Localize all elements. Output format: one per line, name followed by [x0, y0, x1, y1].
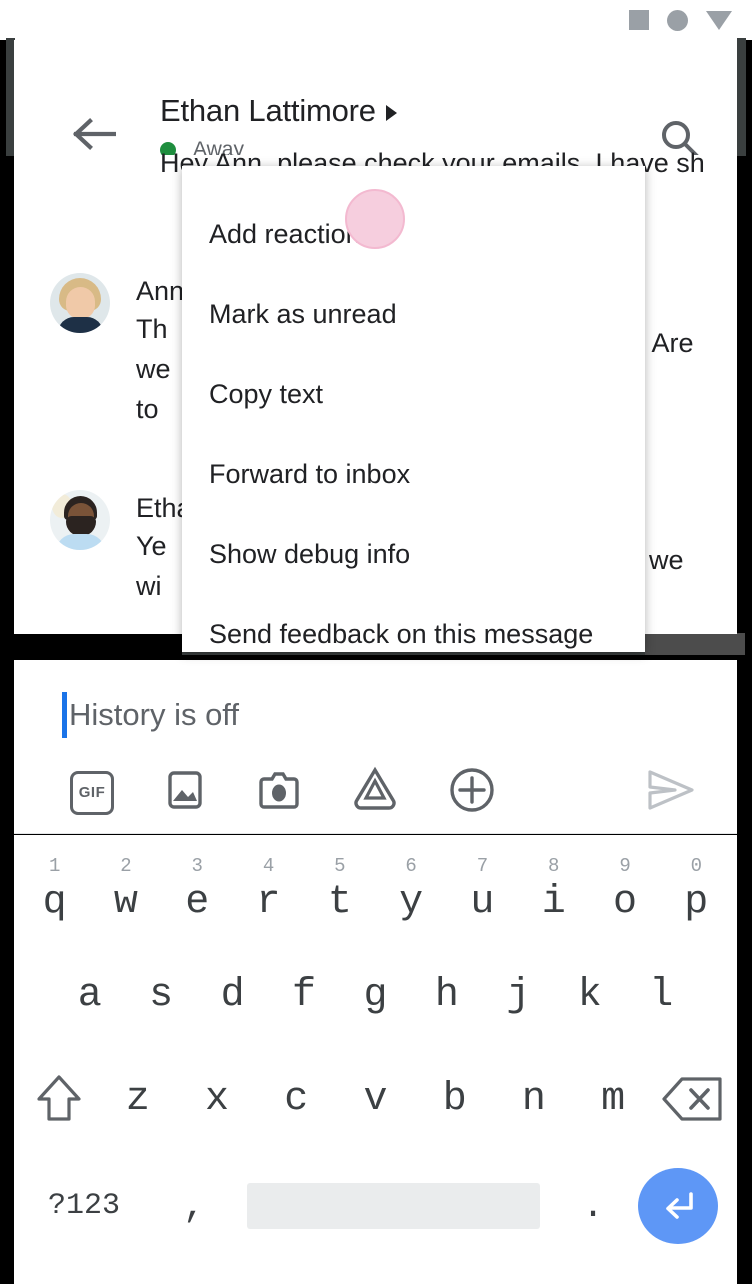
- compose-bar: History is off GIF: [14, 660, 737, 834]
- key-char: y: [399, 880, 424, 925]
- key-d[interactable]: d: [197, 943, 268, 1047]
- menu-item-forward-to-inbox[interactable]: Forward to inbox: [182, 434, 645, 514]
- key-char: p: [684, 880, 709, 925]
- key-char: w: [113, 880, 138, 925]
- camera-icon[interactable]: [256, 767, 302, 818]
- key-u[interactable]: 7u: [447, 835, 518, 943]
- key-number: 9: [619, 855, 631, 877]
- status-bar: [0, 0, 752, 40]
- gif-icon[interactable]: GIF: [70, 770, 114, 815]
- window-frame-bottom-right: [645, 633, 745, 655]
- keyboard-row-4: ?123 , .: [14, 1151, 737, 1261]
- key-c[interactable]: c: [257, 1047, 336, 1151]
- context-menu[interactable]: Add reaction Mark as unread Copy text Fo…: [182, 166, 645, 652]
- key-char: r: [256, 880, 281, 925]
- title-row[interactable]: Ethan Lattimore: [160, 92, 397, 130]
- keyboard-row-2: a s d f g h j k l: [14, 943, 737, 1047]
- menu-item-show-debug-info[interactable]: Show debug info: [182, 514, 645, 594]
- key-number: 6: [405, 855, 417, 877]
- key-i[interactable]: 8i: [518, 835, 589, 943]
- key-y[interactable]: 6y: [375, 835, 446, 943]
- key-p[interactable]: 0p: [661, 835, 732, 943]
- window-frame-right: [737, 38, 746, 156]
- key-g[interactable]: g: [340, 943, 411, 1047]
- key-n[interactable]: n: [494, 1047, 573, 1151]
- app-bar: Ethan Lattimore Away: [14, 40, 737, 161]
- image-icon[interactable]: [162, 767, 208, 818]
- circle-icon: [667, 9, 688, 31]
- key-t[interactable]: 5t: [304, 835, 375, 943]
- text-caret: [62, 692, 67, 738]
- key-a[interactable]: a: [54, 943, 125, 1047]
- key-s[interactable]: s: [125, 943, 196, 1047]
- key-char: t: [327, 880, 352, 925]
- symbols-key[interactable]: ?123: [19, 1189, 149, 1223]
- key-number: 1: [48, 855, 61, 877]
- input-placeholder: History is off: [69, 697, 239, 732]
- message-text-right: . Are: [638, 328, 694, 358]
- shift-up-icon[interactable]: [19, 1047, 98, 1151]
- key-char: o: [613, 880, 638, 925]
- key-char: u: [470, 880, 495, 925]
- drive-icon[interactable]: [350, 766, 400, 819]
- key-w[interactable]: 2w: [90, 835, 161, 943]
- key-number: 7: [476, 855, 489, 877]
- key-number: 0: [690, 855, 703, 877]
- plus-circle-icon[interactable]: [448, 766, 496, 819]
- key-x[interactable]: x: [177, 1047, 256, 1151]
- space-key[interactable]: [247, 1183, 540, 1229]
- menu-item-send-feedback[interactable]: Send feedback on this message: [182, 594, 645, 674]
- key-q[interactable]: 1q: [19, 835, 90, 943]
- key-number: 3: [191, 855, 203, 877]
- avatar[interactable]: [50, 273, 110, 333]
- key-k[interactable]: k: [554, 943, 625, 1047]
- enter-icon[interactable]: [638, 1168, 718, 1244]
- key-r[interactable]: 4r: [233, 835, 304, 943]
- key-f[interactable]: f: [268, 943, 339, 1047]
- menu-item-mark-as-unread[interactable]: Mark as unread: [182, 274, 645, 354]
- message-text-right: t we: [634, 545, 684, 575]
- key-number: 8: [548, 855, 560, 877]
- touch-indicator: [345, 189, 405, 249]
- attachment-icons: GIF: [70, 766, 496, 819]
- avatar[interactable]: [50, 490, 110, 550]
- chevron-right-icon: [385, 104, 397, 121]
- key-l[interactable]: l: [626, 943, 697, 1047]
- keyboard-row-3: z x c v b n m: [14, 1047, 737, 1151]
- square-icon: [629, 10, 649, 30]
- send-icon[interactable]: [645, 768, 697, 817]
- screen: Ethan Lattimore Away Hey Ann, please che…: [0, 0, 752, 1284]
- key-e[interactable]: 3e: [162, 835, 233, 943]
- period-key[interactable]: .: [548, 1186, 638, 1227]
- key-o[interactable]: 9o: [589, 835, 660, 943]
- back-arrow-icon[interactable]: [70, 117, 116, 151]
- menu-item-copy-text[interactable]: Copy text: [182, 354, 645, 434]
- key-number: 5: [334, 855, 346, 877]
- message-input[interactable]: History is off: [62, 692, 239, 738]
- key-z[interactable]: z: [98, 1047, 177, 1151]
- backspace-icon[interactable]: [653, 1047, 732, 1151]
- on-screen-keyboard[interactable]: 1q 2w 3e 4r 5t 6y 7u 8i 9o 0p a s d f g …: [14, 835, 737, 1284]
- key-v[interactable]: v: [336, 1047, 415, 1151]
- key-j[interactable]: j: [483, 943, 554, 1047]
- page-title: Ethan Lattimore: [160, 93, 376, 128]
- key-char: i: [541, 880, 566, 925]
- keyboard-row-1: 1q 2w 3e 4r 5t 6y 7u 8i 9o 0p: [14, 835, 737, 943]
- key-number: 4: [262, 855, 275, 877]
- key-number: 2: [120, 855, 132, 877]
- menu-item-add-reaction[interactable]: Add reaction: [182, 194, 645, 274]
- key-h[interactable]: h: [411, 943, 482, 1047]
- key-char: e: [185, 880, 210, 925]
- comma-key[interactable]: ,: [149, 1186, 239, 1227]
- triangle-down-icon: [706, 10, 732, 30]
- key-char: q: [42, 880, 67, 925]
- key-m[interactable]: m: [574, 1047, 653, 1151]
- key-b[interactable]: b: [415, 1047, 494, 1151]
